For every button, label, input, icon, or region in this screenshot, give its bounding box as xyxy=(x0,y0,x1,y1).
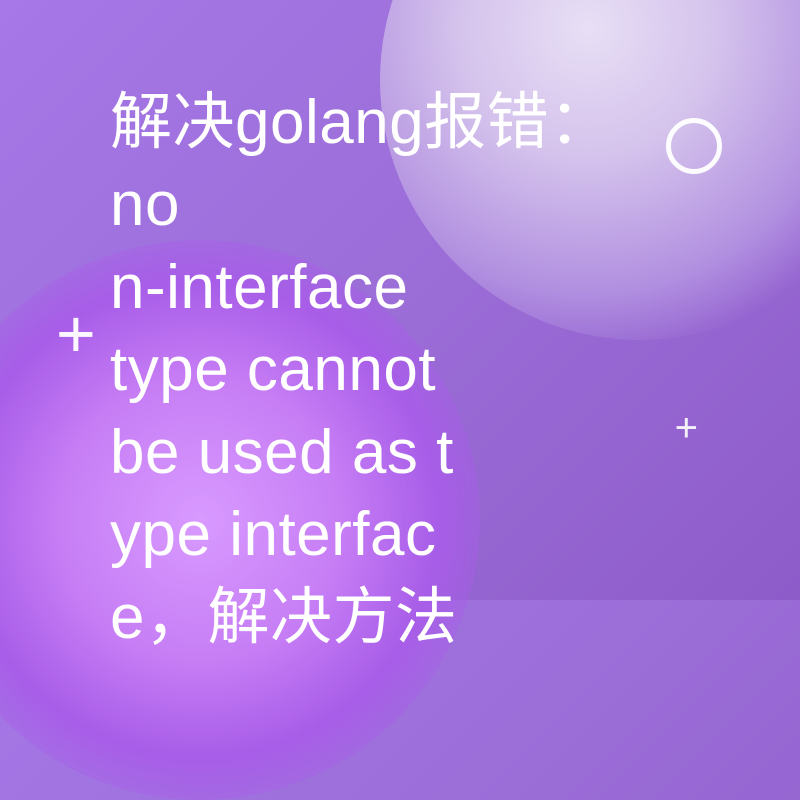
title-line-4: be used as t xyxy=(110,412,670,494)
title-text: 解决golang报错：no n-interface type cannot be… xyxy=(110,82,670,659)
plus-icon-left: + xyxy=(56,300,96,368)
circle-outline-icon xyxy=(666,118,722,174)
title-line-5: ype interfac xyxy=(110,494,670,576)
plus-icon-right: + xyxy=(675,408,698,448)
title-line-2: n-interface xyxy=(110,247,670,329)
title-line-6: e，解决方法 xyxy=(110,577,670,659)
title-line-3: type cannot xyxy=(110,329,670,411)
title-line-1: 解决golang报错：no xyxy=(110,82,670,247)
